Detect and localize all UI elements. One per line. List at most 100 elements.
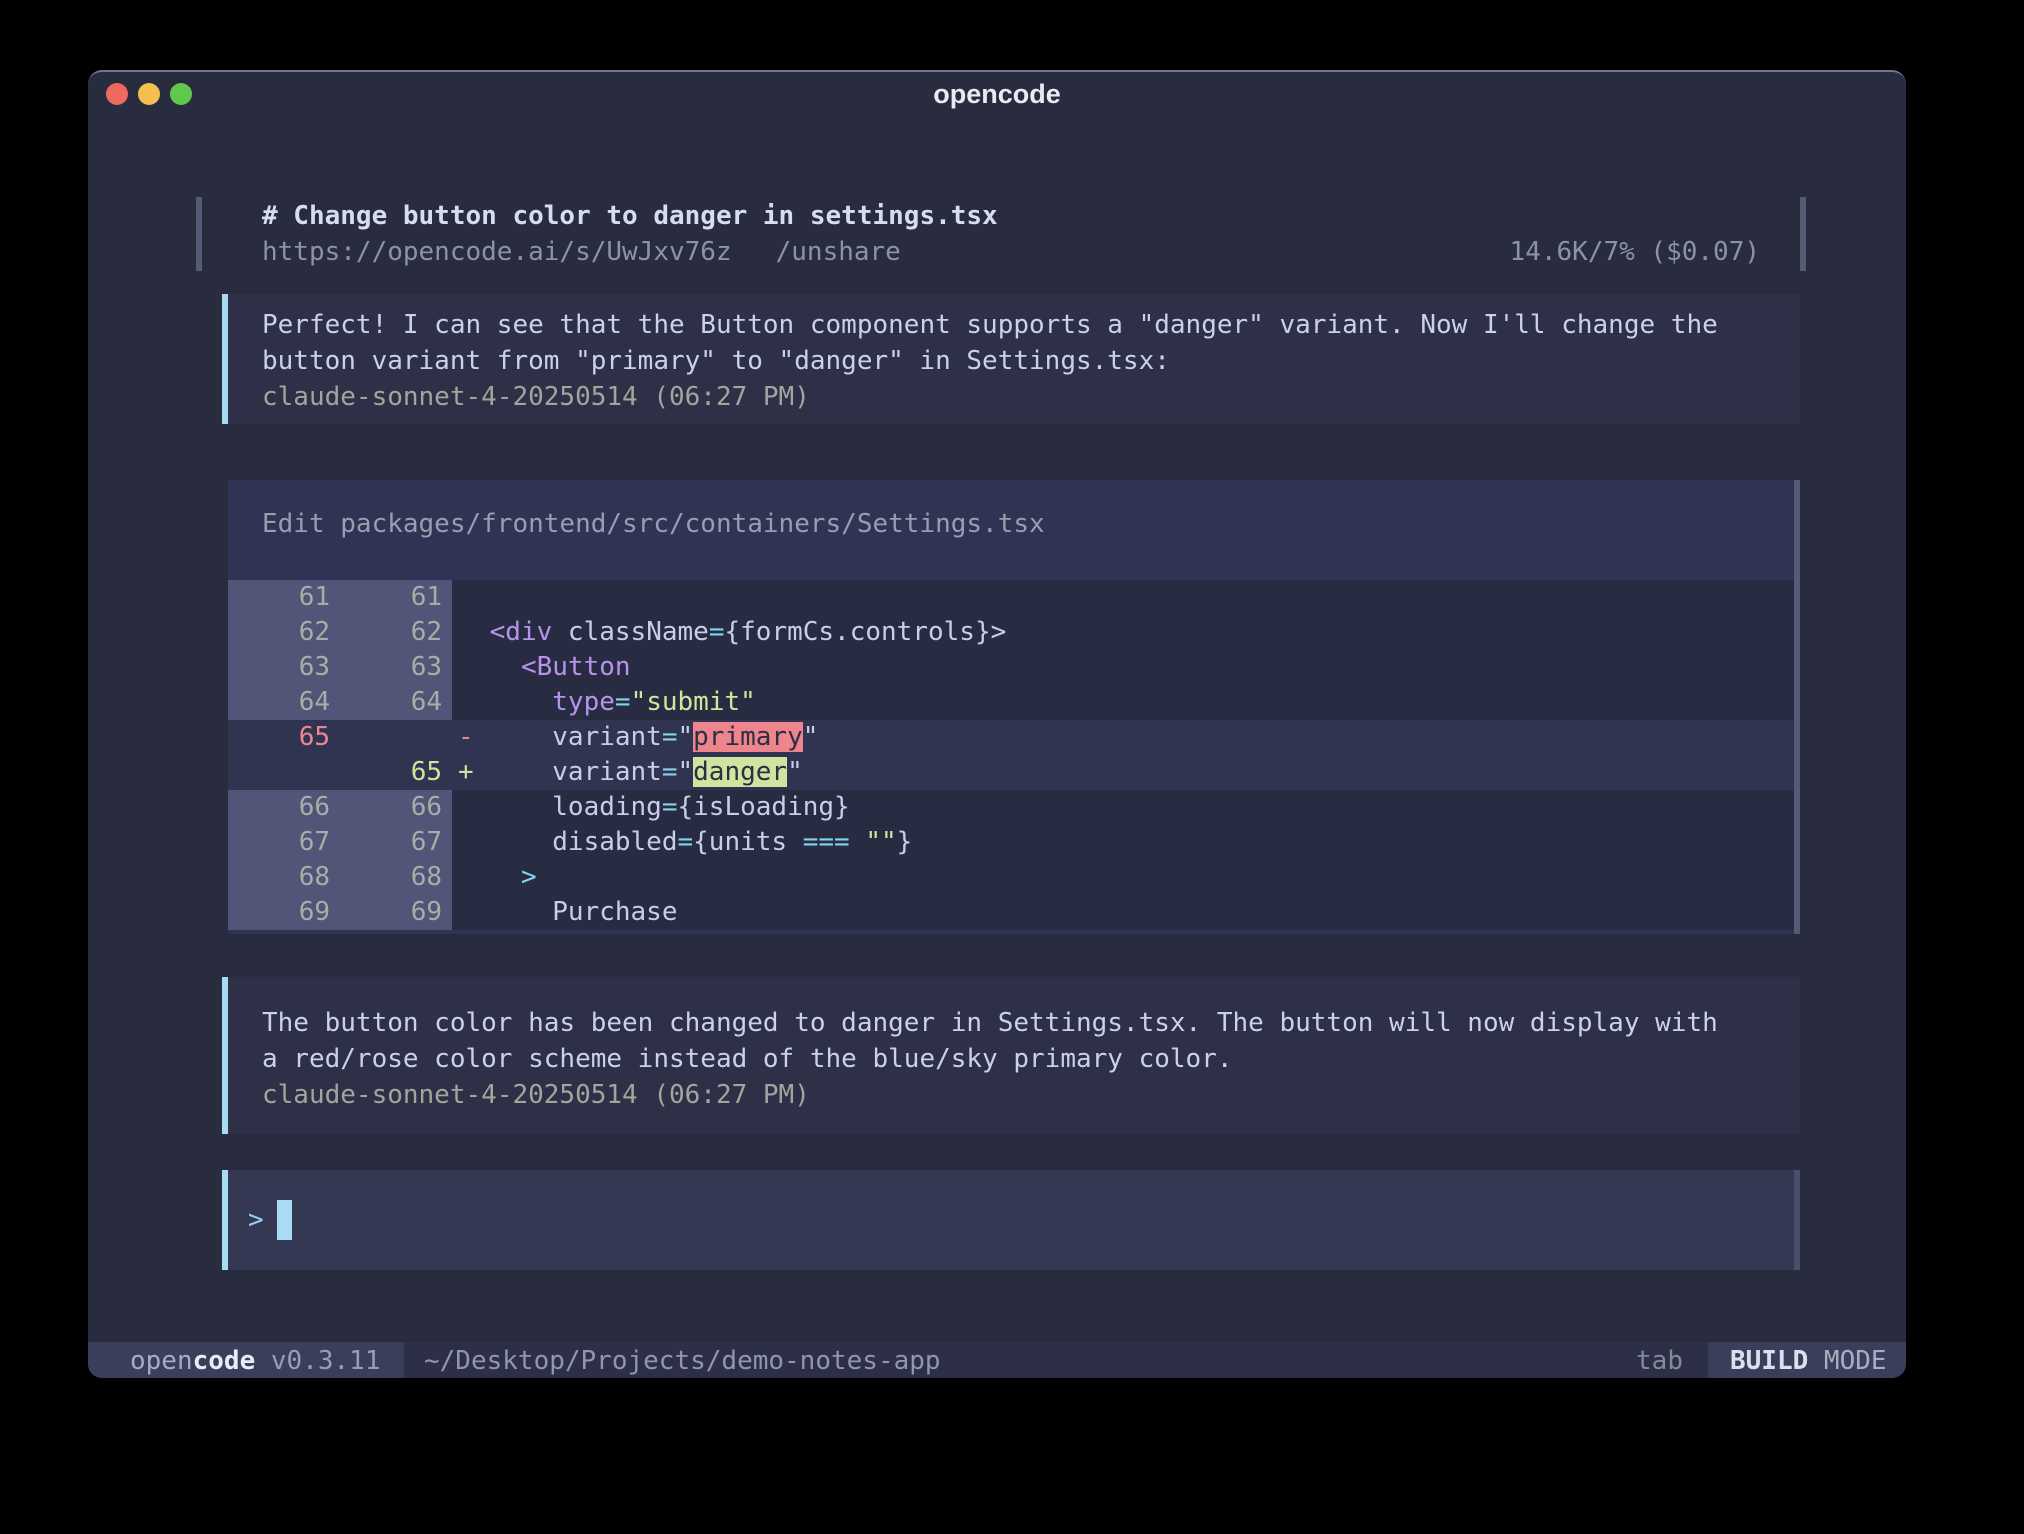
opencode-window: opencode # Change button color to danger… — [88, 70, 1906, 1378]
message-accent-bar — [222, 977, 228, 1134]
app-version: v0.3.11 — [255, 1346, 380, 1376]
session-left-rail — [196, 197, 202, 271]
session-header: # Change button color to danger in setti… — [196, 197, 1806, 271]
message-text-line: Perfect! I can see that the Button compo… — [262, 307, 1718, 343]
edit-tool-header: Edit packages/frontend/src/containers/Se… — [262, 506, 1045, 542]
message-accent-bar — [222, 294, 228, 424]
mode-badge: BUILD MODE — [1708, 1342, 1906, 1378]
code-line: <div className={formCs.controls}> — [474, 615, 1006, 650]
hint-row: entersend AnthropicClaude Sonnet 4 — [222, 1285, 1800, 1319]
diff-marker — [458, 685, 474, 720]
diff-marker — [458, 895, 474, 930]
code-area: - variant="primary" — [452, 720, 1800, 755]
line-number-new: 66 — [340, 790, 452, 825]
message-input[interactable]: > — [222, 1170, 1800, 1270]
line-number-old: 69 — [228, 895, 340, 930]
diff-row: 6666 loading={isLoading} — [228, 790, 1800, 825]
diff-row: 65+ variant="danger" — [228, 755, 1800, 790]
code-line: disabled={units === ""} — [474, 825, 912, 860]
mode-suffix: MODE — [1808, 1346, 1886, 1376]
assistant-message-1: Perfect! I can see that the Button compo… — [222, 294, 1800, 424]
mode-name: BUILD — [1730, 1346, 1808, 1376]
share-url-link[interactable]: https://opencode.ai/s/UwJxv76z — [262, 237, 732, 267]
line-number-new: 64 — [340, 685, 452, 720]
line-number-old: 63 — [228, 650, 340, 685]
line-number-old: 62 — [228, 615, 340, 650]
diff-row: 6767 disabled={units === ""} — [228, 825, 1800, 860]
line-number-new: 63 — [340, 650, 452, 685]
line-number-old — [228, 755, 340, 790]
session-right-rail — [1800, 197, 1806, 271]
code-area: Purchase — [452, 895, 1800, 930]
line-number-new: 67 — [340, 825, 452, 860]
message-text-line: button variant from "primary" to "danger… — [262, 343, 1170, 379]
line-number-old: 64 — [228, 685, 340, 720]
working-directory: ~/Desktop/Projects/demo-notes-app — [424, 1342, 941, 1378]
diff-marker — [458, 650, 474, 685]
edit-tool-card: Edit packages/frontend/src/containers/Se… — [228, 480, 1800, 934]
diff-row: 6969 Purchase — [228, 895, 1800, 930]
line-number-new: 61 — [340, 580, 452, 615]
code-area — [452, 580, 1800, 615]
line-number-old: 65 — [228, 720, 340, 755]
diff-marker — [458, 580, 474, 615]
text-cursor — [277, 1200, 292, 1240]
model-meta: claude-sonnet-4-20250514 (06:27 PM) — [262, 379, 810, 415]
prompt-symbol: > — [248, 1198, 264, 1242]
code-line: loading={isLoading} — [474, 790, 850, 825]
code-area: <div className={formCs.controls}> — [452, 615, 1800, 650]
model-meta: claude-sonnet-4-20250514 (06:27 PM) — [262, 1077, 810, 1113]
app-name-regular: open — [130, 1346, 193, 1376]
diff-marker: + — [458, 755, 474, 790]
code-line: <Button — [474, 650, 631, 685]
line-number-new: 68 — [340, 860, 452, 895]
diff-marker — [458, 790, 474, 825]
diff-row: 6161 — [228, 580, 1800, 615]
session-title: # Change button color to danger in setti… — [262, 199, 998, 233]
code-line: type="submit" — [474, 685, 756, 720]
code-area: loading={isLoading} — [452, 790, 1800, 825]
line-number-new: 69 — [340, 895, 452, 930]
diff-row: 6464 type="submit" — [228, 685, 1800, 720]
context-stats: 14.6K/7% ($0.07) — [1510, 235, 1760, 269]
line-number-old: 67 — [228, 825, 340, 860]
code-area: + variant="danger" — [452, 755, 1800, 790]
tab-key-hint: tab — [1636, 1342, 1683, 1378]
code-area: disabled={units === ""} — [452, 825, 1800, 860]
diff-table: 6161 6262 <div className={formCs.control… — [228, 580, 1800, 930]
status-bar: opencode v0.3.11 ~/Desktop/Projects/demo… — [88, 1342, 1906, 1378]
code-area: type="submit" — [452, 685, 1800, 720]
diff-marker: - — [458, 720, 474, 755]
message-text-line: The button color has been changed to dan… — [262, 1005, 1718, 1041]
diff-marker — [458, 860, 474, 895]
code-line: Purchase — [474, 895, 678, 930]
line-number-new — [340, 720, 452, 755]
input-accent-bar — [222, 1170, 228, 1270]
diff-row: 6363 <Button — [228, 650, 1800, 685]
assistant-message-2: The button color has been changed to dan… — [222, 977, 1800, 1134]
code-area: <Button — [452, 650, 1800, 685]
unshare-command[interactable]: /unshare — [776, 237, 901, 267]
line-number-old: 61 — [228, 580, 340, 615]
line-number-new: 65 — [340, 755, 452, 790]
app-name-bold: code — [193, 1346, 256, 1376]
edit-card-right-rail — [1794, 480, 1800, 934]
code-line: variant="danger" — [474, 755, 803, 790]
code-line: variant="primary" — [474, 720, 818, 755]
session-subline: https://opencode.ai/s/UwJxv76z/unshare — [262, 235, 901, 269]
line-number-old: 66 — [228, 790, 340, 825]
window-title: opencode — [88, 72, 1906, 116]
diff-row: 6262 <div className={formCs.controls}> — [228, 615, 1800, 650]
diff-row: 6868 > — [228, 860, 1800, 895]
diff-marker — [458, 825, 474, 860]
line-number-new: 62 — [340, 615, 452, 650]
line-number-old: 68 — [228, 860, 340, 895]
input-right-rail — [1794, 1170, 1800, 1270]
diff-row: 65 - variant="primary" — [228, 720, 1800, 755]
app-version-badge: opencode v0.3.11 — [88, 1342, 404, 1378]
message-text-line: a red/rose color scheme instead of the b… — [262, 1041, 1233, 1077]
code-line: > — [474, 860, 537, 895]
titlebar[interactable]: opencode — [88, 72, 1906, 116]
diff-marker — [458, 615, 474, 650]
code-area: > — [452, 860, 1800, 895]
